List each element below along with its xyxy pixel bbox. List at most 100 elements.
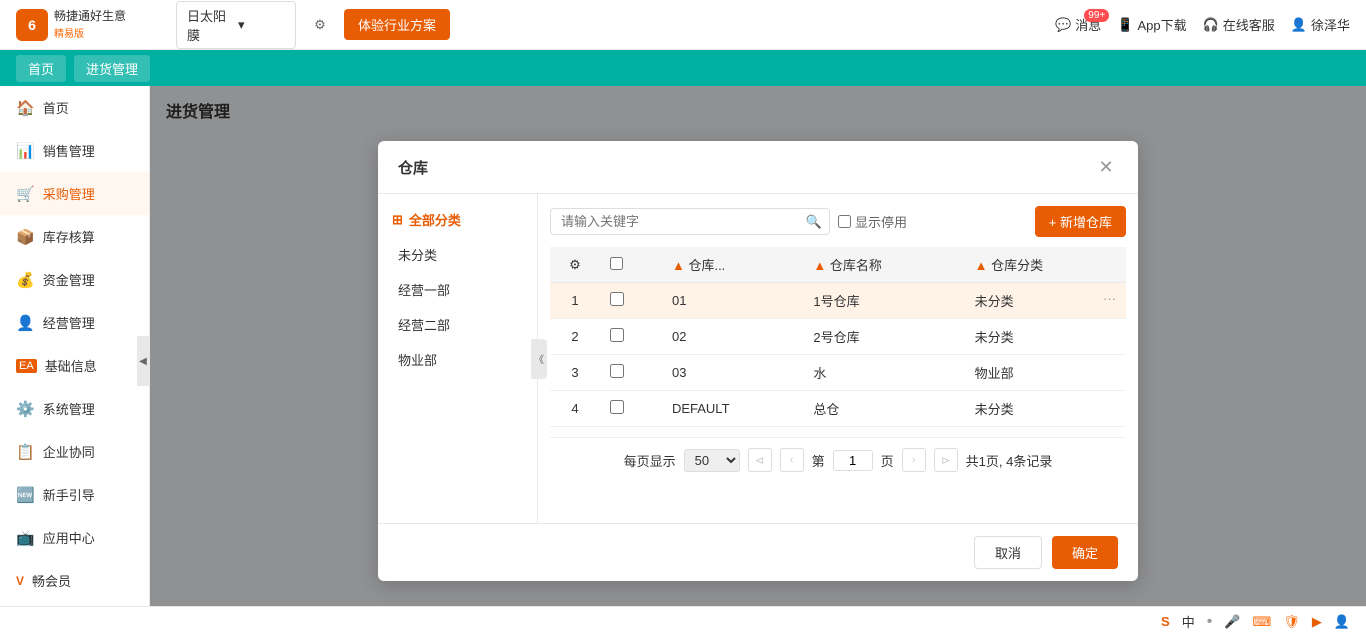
guide-icon: 🆕 <box>16 486 35 504</box>
sidebar-item-guide[interactable]: 🆕 新手引导 <box>0 473 149 516</box>
sidebar-item-member[interactable]: V 畅会员 <box>0 559 149 602</box>
sub-tab-home[interactable]: 首页 <box>16 55 66 82</box>
row4-checkbox[interactable] <box>600 391 662 427</box>
table-row[interactable]: 1 01 1号仓库 未分类 ··· <box>550 283 1126 319</box>
sidebar-item-enterprise[interactable]: 📋 企业协同 <box>0 430 149 473</box>
store-selector[interactable]: 日太阳膜 ▾ <box>176 1 296 49</box>
th-settings: ⚙ <box>550 247 600 283</box>
row1-code: 01 <box>662 283 803 319</box>
table-body: 1 01 1号仓库 未分类 ··· 2 <box>550 283 1126 427</box>
sidebar-item-finance[interactable]: 💰 资金管理 <box>0 258 149 301</box>
show-disabled-label: 显示停用 <box>855 212 907 231</box>
modal-footer: 取消 确定 <box>378 523 1138 581</box>
select-all-checkbox[interactable] <box>610 257 623 270</box>
search-input[interactable] <box>550 208 830 235</box>
enterprise-icon: 📋 <box>16 443 35 461</box>
category-item-unclassified[interactable]: 未分类 <box>378 237 537 272</box>
pagination: 每页显示 50 20 100 ⊲ ‹ 第 页 › <box>550 437 1126 472</box>
first-page-button[interactable]: ⊲ <box>748 448 772 472</box>
all-category-label: 全部分类 <box>409 210 461 229</box>
sidebar-item-system[interactable]: ⚙️ 系统管理 <box>0 387 149 430</box>
service-label: 在线客服 <box>1223 15 1275 34</box>
table-header: ⚙ ▲ 仓库... <box>550 247 1126 283</box>
sidebar-item-operations[interactable]: 👤 经营管理 <box>0 301 149 344</box>
row1-checkbox[interactable] <box>600 283 662 319</box>
operations-icon: 👤 <box>16 314 35 332</box>
table-row[interactable]: 2 02 2号仓库 未分类 <box>550 319 1126 355</box>
mobile-icon: 📱 <box>1117 17 1133 33</box>
app-label: App下载 <box>1137 15 1186 34</box>
modal-close-button[interactable]: ✕ <box>1094 155 1118 179</box>
per-page-label: 每页显示 <box>624 451 676 470</box>
sidebar-label-operations: 经营管理 <box>43 313 95 332</box>
category-unclassified-label: 未分类 <box>398 248 437 263</box>
category-property-label: 物业部 <box>398 353 437 368</box>
sidebar-collapse-button[interactable]: ◀ <box>137 336 149 386</box>
main-content: 进货管理 仓库 ✕ ⊞ 全部分类 <box>150 86 1366 636</box>
logo-text: 畅捷通好生意 <box>54 9 126 25</box>
avatar-icon: 👤 <box>1291 17 1307 33</box>
sidebar-label-purchase: 采购管理 <box>43 184 95 203</box>
message-item[interactable]: 💬 消息 99+ <box>1055 15 1101 34</box>
sidebar-item-apps[interactable]: 📺 应用中心 <box>0 516 149 559</box>
last-page-button[interactable]: ⊳ <box>934 448 958 472</box>
category-item-property[interactable]: 物业部 <box>378 342 537 377</box>
category-all-item[interactable]: ⊞ 全部分类 <box>378 202 537 237</box>
main-layout: 🏠 首页 📊 销售管理 🛒 采购管理 📦 库存核算 💰 资金管理 👤 经营管理 … <box>0 86 1366 636</box>
table-row[interactable]: 3 03 水 物业部 <box>550 355 1126 391</box>
sidebar-item-basic[interactable]: EA 基础信息 <box>0 344 149 387</box>
search-icon[interactable]: 🔍 <box>806 214 822 230</box>
app-download-item[interactable]: 📱 App下载 <box>1117 15 1186 34</box>
status-cn-icon[interactable]: S <box>1161 614 1170 629</box>
header-right: 💬 消息 99+ 📱 App下载 🎧 在线客服 👤 徐泽华 <box>1055 15 1350 34</box>
page-number-input[interactable] <box>833 450 873 471</box>
prev-page-button[interactable]: ‹ <box>780 448 804 472</box>
sort-icon-cat: ▲ <box>975 258 988 273</box>
row3-code: 03 <box>662 355 803 391</box>
sales-icon: 📊 <box>16 142 35 160</box>
service-item[interactable]: 🎧 在线客服 <box>1203 15 1275 34</box>
cancel-button[interactable]: 取消 <box>974 536 1042 569</box>
user-item[interactable]: 👤 徐泽华 <box>1291 15 1350 34</box>
dropdown-arrow-icon: ▾ <box>238 17 285 33</box>
show-disabled-checkbox[interactable]: 显示停用 <box>838 212 907 231</box>
sub-tab-purchase[interactable]: 进货管理 <box>74 55 150 82</box>
logo-area: 6 畅捷通好生意 精易版 <box>16 9 166 41</box>
table-row[interactable]: 4 DEFAULT 总仓 未分类 <box>550 391 1126 427</box>
sidebar-label-basic: 基础信息 <box>45 356 97 375</box>
store-name: 日太阳膜 <box>187 6 234 44</box>
user-status-icon[interactable]: 👤 <box>1334 614 1350 630</box>
category-collapse-button[interactable]: 《 <box>531 339 547 379</box>
sort-icon: ▲ <box>672 258 685 273</box>
page-label: 第 <box>812 451 825 470</box>
logo-badge: 精易版 <box>54 25 126 40</box>
play-icon[interactable]: ▶ <box>1312 614 1322 630</box>
message-icon: 💬 <box>1055 17 1071 33</box>
sidebar-item-inventory[interactable]: 📦 库存核算 <box>0 215 149 258</box>
shield-icon[interactable]: 🛡 <box>1283 614 1300 630</box>
add-warehouse-button[interactable]: + 新增仓库 <box>1035 206 1126 237</box>
sidebar-item-sales[interactable]: 📊 销售管理 <box>0 129 149 172</box>
show-disabled-check[interactable] <box>838 215 851 228</box>
next-page-button[interactable]: › <box>902 448 926 472</box>
try-button[interactable]: 体验行业方案 <box>344 9 450 40</box>
sidebar-label-home: 首页 <box>43 98 69 117</box>
row3-checkbox[interactable] <box>600 355 662 391</box>
per-page-select[interactable]: 50 20 100 <box>684 449 740 472</box>
category-item-dept1[interactable]: 经营一部 <box>378 272 537 307</box>
settings-icon[interactable]: ⚙ <box>304 9 336 41</box>
keyboard-icon[interactable]: ⌨ <box>1253 614 1272 630</box>
microphone-icon[interactable]: 🎤 <box>1224 614 1240 630</box>
sidebar-label-apps: 应用中心 <box>43 528 95 547</box>
row1-more-button[interactable]: ··· <box>1103 291 1116 306</box>
sidebar-label-system: 系统管理 <box>43 399 95 418</box>
status-zh-icon[interactable]: 中 <box>1182 612 1195 631</box>
confirm-button[interactable]: 确定 <box>1052 536 1118 569</box>
sidebar-item-purchase[interactable]: 🛒 采购管理 <box>0 172 149 215</box>
row2-checkbox[interactable] <box>600 319 662 355</box>
category-item-dept2[interactable]: 经营二部 <box>378 307 537 342</box>
home-icon: 🏠 <box>16 99 35 117</box>
sidebar-item-home[interactable]: 🏠 首页 <box>0 86 149 129</box>
system-icon: ⚙️ <box>16 400 35 418</box>
sidebar-label-enterprise: 企业协同 <box>43 442 95 461</box>
